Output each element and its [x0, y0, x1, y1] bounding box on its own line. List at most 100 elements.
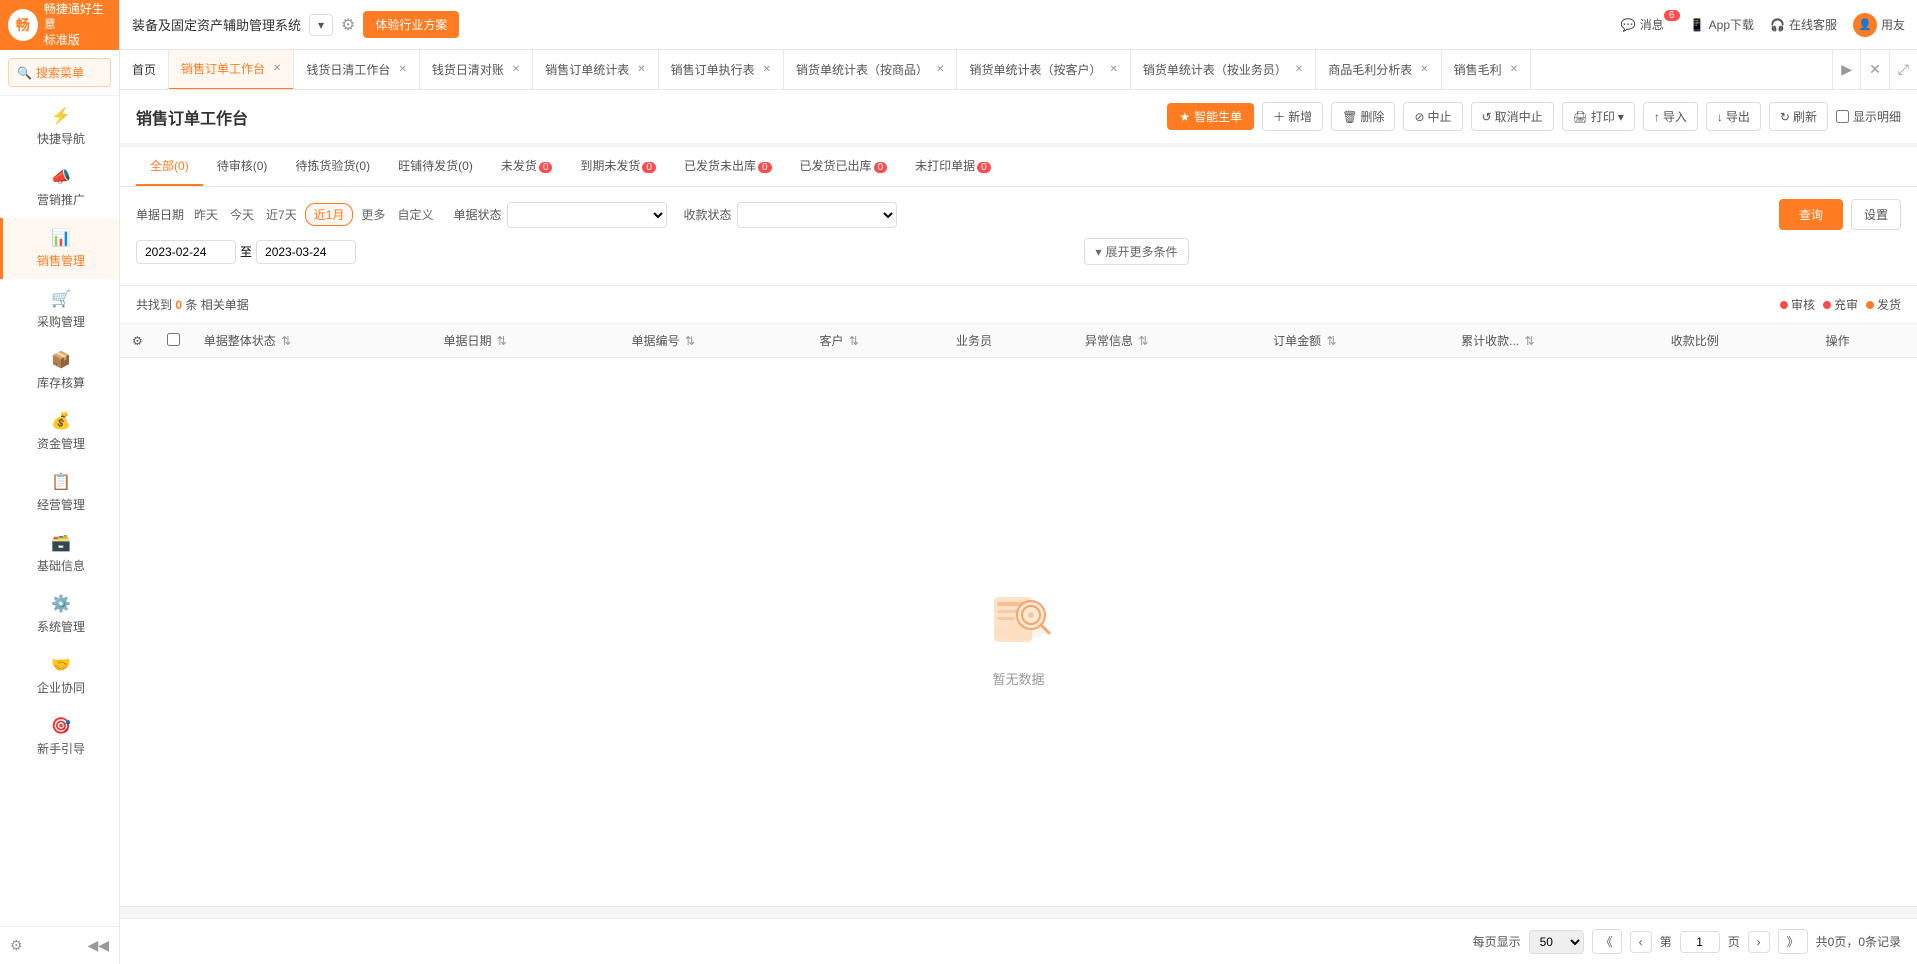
user-item[interactable]: 👤 用友	[1853, 13, 1905, 37]
refresh-button[interactable]: ↻ 刷新	[1769, 102, 1828, 131]
settings-button[interactable]: 设置	[1851, 199, 1901, 230]
topbar-settings-button[interactable]: ⚙	[341, 15, 355, 35]
tab-daily-cash[interactable]: 钱货日清工作台 ✕	[294, 50, 419, 90]
show-detail-checkbox[interactable]	[1836, 110, 1849, 123]
show-detail-label[interactable]: 显示明细	[1836, 108, 1901, 125]
tab-close-all-button[interactable]: ✕	[1860, 50, 1889, 90]
filter-tab-shipped-no-out[interactable]: 已发货未出库0	[670, 147, 786, 186]
tab-product-margin[interactable]: 商品毛利分析表 ✕	[1316, 50, 1441, 90]
tab-sales-order-exec[interactable]: 销售订单执行表 ✕	[659, 50, 784, 90]
filter-tab-pending-review[interactable]: 待审核(0)	[203, 147, 282, 186]
tab-close-sales-order[interactable]: ✕	[273, 63, 281, 74]
page-number-input[interactable]	[1680, 931, 1720, 953]
query-button[interactable]: 查询	[1779, 199, 1843, 230]
sidebar-settings-button[interactable]: ⚙	[10, 937, 23, 954]
sidebar-item-quick-nav[interactable]: ⚡ 快捷导航	[0, 96, 119, 157]
date-to-input[interactable]	[256, 240, 356, 264]
sidebar-collapse-button[interactable]: ◀◀	[87, 937, 109, 954]
tab-sales-order-workbench[interactable]: 销售订单工作台 ✕	[169, 50, 294, 90]
page-size-select[interactable]: 20 50 100	[1529, 930, 1584, 954]
tab-close-daily-cash[interactable]: ✕	[398, 64, 406, 75]
date-btn-custom[interactable]: 自定义	[393, 203, 437, 226]
sidebar-item-guide[interactable]: 🎯 新手引导	[0, 706, 119, 767]
date-btn-yesterday[interactable]: 昨天	[190, 203, 222, 226]
sidebar-item-marketing[interactable]: 📣 营销推广	[0, 157, 119, 218]
sort-date-icon[interactable]: ⇅	[497, 334, 507, 348]
smart-create-button[interactable]: ★ 智能生单	[1167, 103, 1254, 130]
page-total-label: 页	[1728, 933, 1740, 950]
tab-close-product-stats[interactable]: ✕	[936, 64, 944, 75]
sidebar-item-operations[interactable]: 📋 经营管理	[0, 462, 119, 523]
tab-sales-stats-product[interactable]: 销货单统计表（按商品） ✕	[784, 50, 957, 90]
th-settings[interactable]: ⚙	[120, 324, 155, 358]
sidebar-item-sales[interactable]: 📊 销售管理	[0, 218, 119, 279]
status-select[interactable]	[507, 202, 667, 228]
page-next-button[interactable]: ›	[1748, 931, 1770, 953]
sidebar-item-purchase[interactable]: 🛒 采购管理	[0, 279, 119, 340]
tab-maximize-button[interactable]: ⤢	[1889, 50, 1917, 90]
sort-cumulative-icon[interactable]: ⇅	[1525, 334, 1535, 348]
page-last-button[interactable]: 》	[1778, 929, 1808, 954]
pause-button[interactable]: ⊘ 中止	[1403, 102, 1462, 131]
filter-tab-not-printed[interactable]: 未打印单据0	[901, 147, 1005, 186]
date-btn-1month[interactable]: 近1月	[305, 203, 354, 226]
filter-tab-wangpu-ship[interactable]: 旺铺待发货(0)	[384, 147, 487, 186]
industry-solution-button[interactable]: 体验行业方案	[363, 11, 459, 38]
tab-close-sales-exec[interactable]: ✕	[763, 64, 771, 75]
tab-close-sales-profit[interactable]: ✕	[1510, 64, 1518, 75]
th-checkbox[interactable]	[155, 324, 192, 358]
tab-sales-profit[interactable]: 销售毛利 ✕	[1442, 50, 1531, 90]
page-prev-button[interactable]: ‹	[1630, 931, 1652, 953]
sort-abnormal-icon[interactable]: ⇅	[1138, 334, 1148, 348]
filter-tab-not-shipped[interactable]: 未发货0	[487, 147, 567, 186]
delete-button[interactable]: 🗑 删除	[1331, 102, 1395, 131]
date-btn-7days[interactable]: 近7天	[262, 203, 301, 226]
table-header: ⚙ 单据整体状态 ⇅ 单据日期 ⇅ 单据编号 ⇅	[120, 324, 1917, 358]
tab-sales-stats-salesman[interactable]: 销货单统计表（按业务员） ✕	[1131, 50, 1316, 90]
sort-number-icon[interactable]: ⇅	[685, 334, 695, 348]
messages-item[interactable]: 💬 消息 6	[1621, 16, 1674, 33]
date-from-input[interactable]	[136, 240, 236, 264]
tab-close-customer-stats[interactable]: ✕	[1109, 64, 1117, 75]
expand-conditions-button[interactable]: ▾ 展开更多条件	[1084, 238, 1188, 265]
sidebar-item-finance[interactable]: 💰 资金管理	[0, 401, 119, 462]
sidebar-item-system[interactable]: ⚙️ 系统管理	[0, 584, 119, 645]
tab-scroll-right-button[interactable]: ▶	[1832, 50, 1860, 90]
tab-close-salesman-stats[interactable]: ✕	[1295, 64, 1303, 75]
app-download-item[interactable]: 📱 App下载	[1690, 16, 1754, 33]
online-service-item[interactable]: 🎧 在线客服	[1770, 16, 1837, 33]
horizontal-scrollbar[interactable]	[120, 906, 1917, 918]
ship-action-button[interactable]: 发货	[1866, 296, 1901, 313]
date-btn-more[interactable]: 更多	[357, 203, 389, 226]
tab-close-product-margin[interactable]: ✕	[1420, 64, 1428, 75]
system-dropdown-button[interactable]: ▾	[309, 14, 333, 36]
sort-status-icon[interactable]: ⇅	[281, 334, 291, 348]
export-button[interactable]: ↓ 导出	[1706, 102, 1761, 131]
search-menu-button[interactable]: 🔍 搜索菜单	[8, 58, 111, 87]
filter-tab-overdue[interactable]: 到期未发货0	[566, 147, 670, 186]
tab-close-sales-stats[interactable]: ✕	[637, 64, 645, 75]
filter-tab-all[interactable]: 全部(0)	[136, 147, 203, 186]
filter-tab-shipped-out[interactable]: 已发货已出库0	[786, 147, 902, 186]
filter-tab-pending-inspect[interactable]: 待拣货验货(0)	[281, 147, 384, 186]
cancel-pause-button[interactable]: ↺ 取消中止	[1471, 102, 1554, 131]
tab-sales-order-stats[interactable]: 销售订单统计表 ✕	[533, 50, 658, 90]
tab-close-cash-inventory[interactable]: ✕	[512, 64, 520, 75]
add-button[interactable]: ＋ 新增	[1262, 102, 1323, 131]
page-first-button[interactable]: 《	[1592, 929, 1622, 954]
tab-sales-stats-customer[interactable]: 销货单统计表（按客户） ✕	[957, 50, 1130, 90]
sidebar-item-inventory[interactable]: 📦 库存核算	[0, 340, 119, 401]
select-all-checkbox[interactable]	[167, 333, 180, 346]
unreviewed-action-button[interactable]: 充审	[1823, 296, 1858, 313]
date-btn-today[interactable]: 今天	[226, 203, 258, 226]
sort-amount-icon[interactable]: ⇅	[1326, 334, 1336, 348]
tab-cash-inventory[interactable]: 钱货日清对账 ✕	[420, 50, 533, 90]
print-button[interactable]: 🖨 打印 ▾	[1562, 102, 1635, 131]
review-action-button[interactable]: 审核	[1780, 296, 1815, 313]
import-button[interactable]: ↑ 导入	[1643, 102, 1698, 131]
sort-customer-icon[interactable]: ⇅	[849, 334, 859, 348]
sidebar-item-basic[interactable]: 🗃️ 基础信息	[0, 523, 119, 584]
payment-select[interactable]	[737, 202, 897, 228]
tab-home[interactable]: 首页	[120, 50, 169, 90]
sidebar-item-enterprise[interactable]: 🤝 企业协同	[0, 645, 119, 706]
